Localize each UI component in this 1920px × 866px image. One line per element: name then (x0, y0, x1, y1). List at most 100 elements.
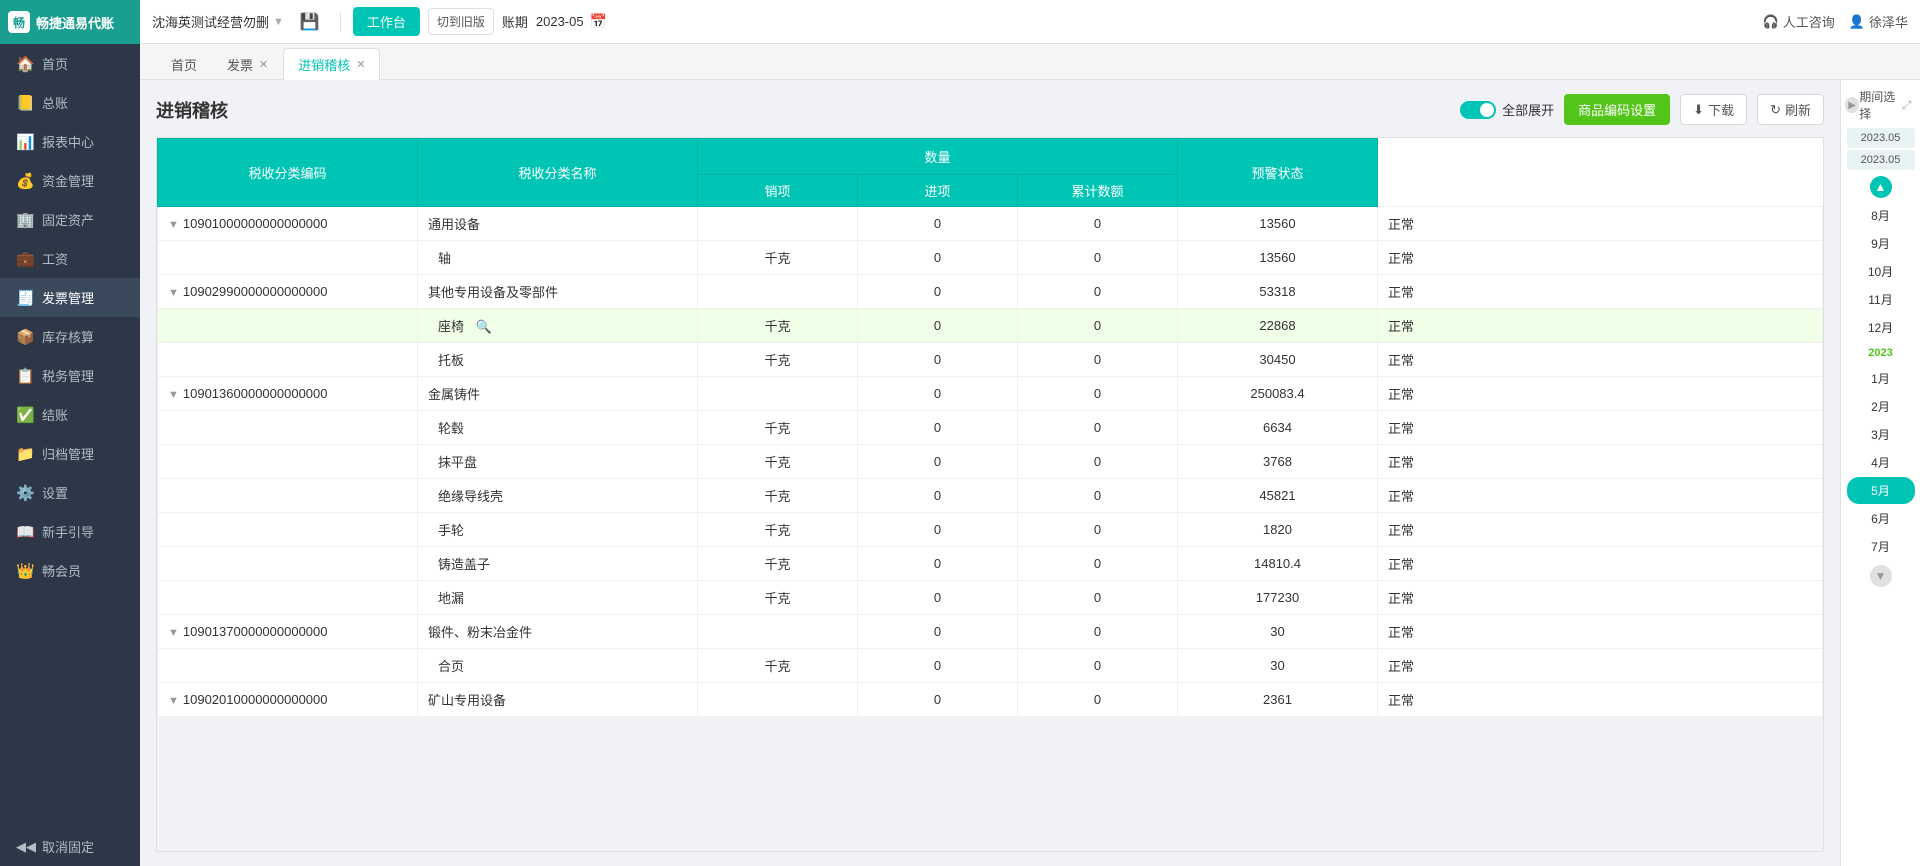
calendar-icon[interactable]: 📅 (590, 13, 607, 30)
period-header-1: 2023.05 (1847, 128, 1915, 148)
tab-invoice-close[interactable]: ✕ (259, 58, 268, 71)
period-down-button[interactable]: ▼ (1870, 565, 1892, 587)
sidebar-label-ledger: 总账 (42, 93, 68, 112)
sidebar-item-member[interactable]: 👑 畅会员 (0, 551, 140, 590)
sidebar-item-invoice[interactable]: 🧾 发票管理 (0, 278, 140, 317)
total-cell: 177230 (1178, 581, 1378, 615)
purchase-cell: 0 (1018, 683, 1178, 717)
sidebar-item-reports[interactable]: 📊 报表中心 (0, 122, 140, 161)
code-cell (158, 479, 418, 513)
period-9[interactable]: 9月 (1847, 230, 1915, 257)
sidebar-item-tax[interactable]: 📋 税务管理 (0, 356, 140, 395)
period-7[interactable]: 7月 (1847, 533, 1915, 560)
period-8[interactable]: 8月 (1847, 202, 1915, 229)
period-up-button[interactable]: ▲ (1870, 176, 1892, 198)
status-cell: 正常 (1378, 241, 1823, 275)
sidebar-label-settings: 设置 (42, 483, 68, 502)
sidebar-item-salary[interactable]: 💼 工资 (0, 239, 140, 278)
search-icon[interactable]: 🔍 (476, 319, 492, 334)
total-cell: 6634 (1178, 411, 1378, 445)
tab-invoice[interactable]: 发票 ✕ (212, 48, 283, 80)
table-row: 抹平盘 千克 0 0 3768 正常 (158, 445, 1823, 479)
sales-cell: 0 (858, 683, 1018, 717)
tab-home[interactable]: 首页 (156, 48, 212, 80)
code-cell: ▼10901360000000000000 (158, 377, 418, 411)
sales-cell: 0 (858, 547, 1018, 581)
user-name: 徐泽华 (1869, 12, 1908, 31)
sales-cell: 0 (858, 343, 1018, 377)
table-row: ▼10901360000000000000 金属铸件 0 0 250083.4 … (158, 377, 1823, 411)
product-code-button[interactable]: 商品编码设置 (1564, 94, 1670, 125)
period-6[interactable]: 6月 (1847, 505, 1915, 532)
sales-cell: 0 (858, 513, 1018, 547)
purchase-cell: 0 (1018, 547, 1178, 581)
save-status-button[interactable]: 💾 (292, 8, 328, 36)
expand-all-label: 全部展开 (1502, 100, 1554, 119)
status-cell: 正常 (1378, 343, 1823, 377)
sales-cell: 0 (858, 275, 1018, 309)
sidebar-item-settings[interactable]: ⚙️ 设置 (0, 473, 140, 512)
status-cell: 正常 (1378, 547, 1823, 581)
unit-cell: 千克 (698, 479, 858, 513)
unit-cell: 千克 (698, 241, 858, 275)
name-cell: 合页 (418, 649, 698, 683)
sidebar-item-finance[interactable]: 💰 资金管理 (0, 161, 140, 200)
col-code-header: 税收分类编码 (158, 139, 418, 207)
download-button[interactable]: ⬇ 下载 (1680, 94, 1747, 125)
toggle-switch[interactable] (1460, 101, 1496, 119)
tab-reconcile[interactable]: 进销稽核 ✕ (283, 48, 380, 80)
expand-toggle[interactable]: ▼ (168, 219, 179, 231)
name-cell: 金属铸件 (418, 377, 698, 411)
switch-version-button[interactable]: 切到旧版 (428, 8, 494, 35)
sidebar-item-guide[interactable]: 📖 新手引导 (0, 512, 140, 551)
panel-title: 期间选择 (1859, 88, 1902, 122)
workspace-button[interactable]: 工作台 (353, 7, 420, 36)
panel-collapse-button[interactable]: ▶ (1845, 97, 1859, 113)
sidebar-item-close[interactable]: ✅ 结账 (0, 395, 140, 434)
expand-toggle[interactable]: ▼ (168, 695, 179, 707)
sidebar-item-assets[interactable]: 🏢 固定资产 (0, 200, 140, 239)
tab-reconcile-close[interactable]: ✕ (356, 58, 365, 71)
unit-cell: 千克 (698, 547, 858, 581)
period-11[interactable]: 11月 (1847, 286, 1915, 313)
period-1[interactable]: 1月 (1847, 365, 1915, 392)
main-content-area: 进销稽核 全部展开 商品编码设置 ⬇ 下载 ↻ 刷新 (140, 80, 1920, 866)
status-cell: 正常 (1378, 309, 1823, 343)
expand-toggle[interactable]: ▼ (168, 627, 179, 639)
user-profile[interactable]: 👤 徐泽华 (1849, 12, 1908, 31)
table-row: ▼10902990000000000000 其他专用设备及零部件 0 0 533… (158, 275, 1823, 309)
status-cell: 正常 (1378, 445, 1823, 479)
tab-bar: 首页 发票 ✕ 进销稽核 ✕ (140, 44, 1920, 80)
panel-expand-button[interactable]: ⤢ (1902, 97, 1916, 113)
period-3[interactable]: 3月 (1847, 421, 1915, 448)
unit-cell (698, 615, 858, 649)
period-5[interactable]: 5月 (1847, 477, 1915, 504)
unit-cell (698, 377, 858, 411)
tax-icon: 📋 (16, 367, 34, 385)
expand-all-toggle[interactable]: 全部展开 (1460, 100, 1554, 119)
period-2[interactable]: 2月 (1847, 393, 1915, 420)
period-4[interactable]: 4月 (1847, 449, 1915, 476)
total-cell: 1820 (1178, 513, 1378, 547)
expand-toggle[interactable]: ▼ (168, 389, 179, 401)
col-purchase-header: 进项 (858, 175, 1018, 207)
company-selector[interactable]: 沈海英测试经营勿删 ▼ (152, 12, 284, 31)
code-cell (158, 411, 418, 445)
sidebar-item-inventory[interactable]: 📦 库存核算 (0, 317, 140, 356)
period-12[interactable]: 12月 (1847, 314, 1915, 341)
refresh-button[interactable]: ↻ 刷新 (1757, 94, 1824, 125)
name-cell: 其他专用设备及零部件 (418, 275, 698, 309)
total-cell: 13560 (1178, 241, 1378, 275)
support-button[interactable]: 🎧 人工咨询 (1763, 12, 1835, 31)
sidebar-item-ledger[interactable]: 📒 总账 (0, 83, 140, 122)
period-10[interactable]: 10月 (1847, 258, 1915, 285)
sidebar-item-archive[interactable]: 📁 归档管理 (0, 434, 140, 473)
download-label: 下载 (1708, 100, 1734, 119)
col-sales-header: 销项 (698, 175, 858, 207)
sidebar-unpin[interactable]: ◀◀ 取消固定 (0, 827, 140, 866)
name-cell: 通用设备 (418, 207, 698, 241)
app-name: 畅捷通易代账 (36, 13, 114, 32)
expand-toggle[interactable]: ▼ (168, 287, 179, 299)
topbar: 沈海英测试经营勿删 ▼ 💾 工作台 切到旧版 账期 2023-05 📅 🎧 人工… (140, 0, 1920, 44)
sidebar-item-home[interactable]: 🏠 首页 (0, 44, 140, 83)
